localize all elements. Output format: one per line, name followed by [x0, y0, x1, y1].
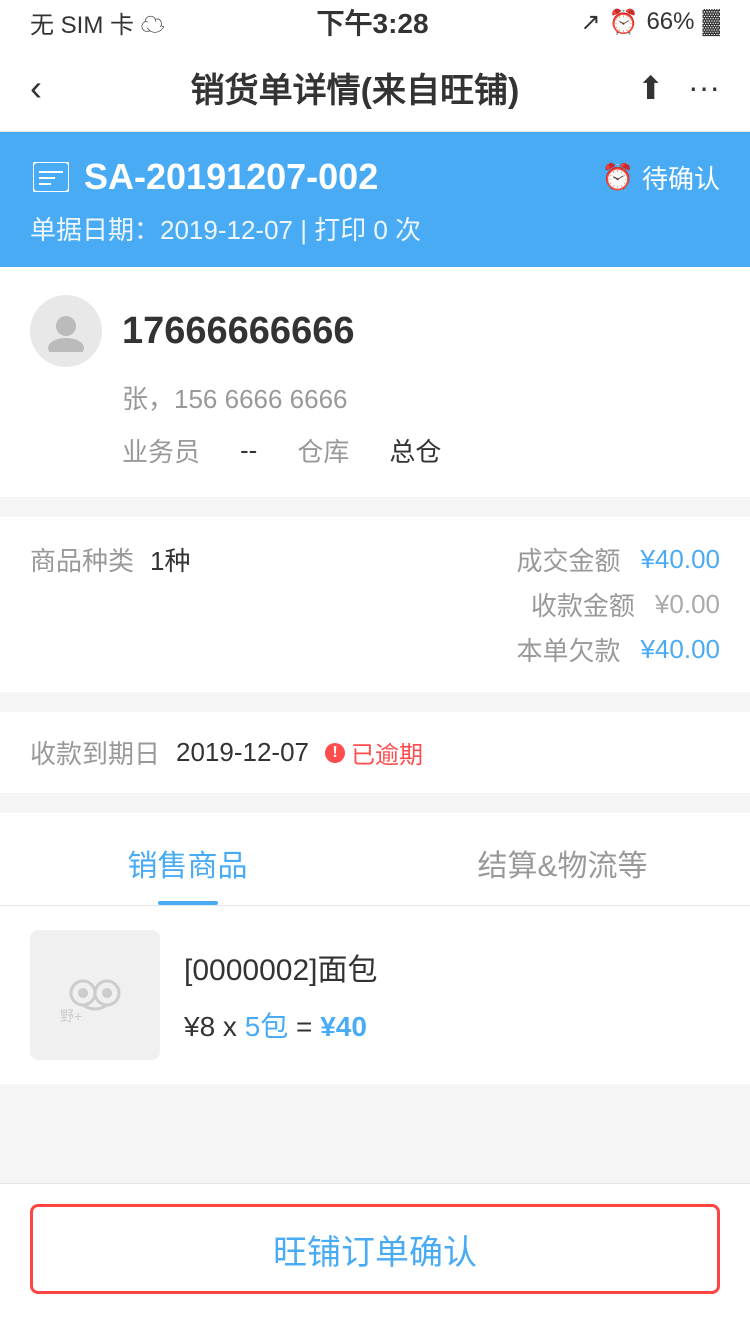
order-banner-top: SA-20191207-002 ⏰ 待确认 — [30, 156, 720, 198]
product-item: 野+ [0000002]面包 ¥8 x 5包 = ¥40 — [0, 906, 750, 1084]
amount-value-2: ¥40.00 — [640, 634, 720, 665]
summary-section: 商品种类 1种 成交金额 ¥40.00 收款金额 ¥0.00 本单欠款 ¥40.… — [0, 517, 750, 692]
battery-label: 66% — [646, 8, 694, 36]
category-value: 1种 — [150, 541, 190, 578]
order-id-text: SA-20191207-002 — [84, 156, 378, 198]
svg-text:野+: 野+ — [60, 1008, 82, 1024]
amount-value-1: ¥0.00 — [655, 589, 720, 620]
back-button[interactable]: ‹ — [30, 67, 90, 109]
overdue-dot-icon: ! — [325, 743, 345, 763]
more-button[interactable]: ··· — [688, 69, 720, 106]
order-status: ⏰ 待确认 — [602, 159, 720, 196]
amount-row-1: 收款金额 ¥0.00 — [531, 586, 720, 623]
order-icon — [30, 160, 72, 194]
amount-label-2: 本单欠款 — [516, 631, 620, 668]
tabs-bar: 销售商品 结算&物流等 — [0, 813, 750, 906]
category-row: 商品种类 1种 — [30, 541, 190, 578]
amount-label-0: 成交金额 — [516, 541, 620, 578]
product-thumbnail: 野+ — [30, 930, 160, 1060]
nav-bar: ‹ 销货单详情(来自旺铺) ⬆ ··· — [0, 44, 750, 132]
overdue-text: 已逾期 — [351, 735, 423, 770]
salesman-value: -- — [240, 435, 257, 466]
summary-right: 成交金额 ¥40.00 收款金额 ¥0.00 本单欠款 ¥40.00 — [516, 541, 720, 668]
status-time: 下午3:28 — [317, 2, 429, 42]
summary-left: 商品种类 1种 — [30, 541, 190, 578]
nav-actions: ⬆ ··· — [620, 69, 720, 107]
order-meta: 单据日期：2019-12-07 | 打印 0 次 — [30, 210, 720, 247]
product-name: [0000002]面包 — [184, 945, 720, 989]
status-left: 无 SIM 卡 ☁ — [30, 5, 165, 40]
customer-phone: 17666666666 — [122, 310, 354, 353]
tab-settlement[interactable]: 结算&物流等 — [375, 813, 750, 905]
bottom-bar: 旺铺订单确认 — [0, 1183, 750, 1334]
category-label: 商品种类 — [30, 541, 134, 578]
due-label: 收款到期日 — [30, 734, 160, 771]
amount-row-2: 本单欠款 ¥40.00 — [516, 631, 720, 668]
status-text: 待确认 — [642, 159, 720, 196]
avatar — [30, 295, 102, 367]
product-total: ¥40 — [320, 1011, 367, 1042]
overdue-badge: ! 已逾期 — [325, 735, 423, 770]
location-icon: ↗ — [580, 8, 600, 37]
amount-row-0: 成交金额 ¥40.00 — [516, 541, 720, 578]
warehouse-label: 仓库 — [297, 432, 349, 469]
customer-section: 17666666666 张，156 6666 6666 业务员 -- 仓库 总仓 — [0, 267, 750, 497]
confirm-order-button[interactable]: 旺铺订单确认 — [30, 1204, 720, 1294]
salesman-label: 业务员 — [122, 432, 200, 469]
status-right: ↗ ⏰ 66% ▓ — [580, 8, 720, 37]
customer-info-row: 业务员 -- 仓库 总仓 — [122, 432, 720, 469]
share-button[interactable]: ⬆ — [637, 69, 664, 107]
order-id: SA-20191207-002 — [30, 156, 378, 198]
price-unit: ¥8 x — [184, 1011, 245, 1042]
product-info: [0000002]面包 ¥8 x 5包 = ¥40 — [184, 945, 720, 1045]
amount-value-0: ¥40.00 — [640, 544, 720, 575]
equals-sign: = — [288, 1011, 320, 1042]
customer-header: 17666666666 — [30, 295, 720, 367]
tab-products[interactable]: 销售商品 — [0, 813, 375, 905]
customer-name: 张，156 6666 6666 — [122, 379, 720, 416]
status-bar: 无 SIM 卡 ☁ 下午3:28 ↗ ⏰ 66% ▓ — [0, 0, 750, 44]
product-qty: 5包 — [245, 1011, 289, 1042]
battery-icon: ▓ — [702, 8, 720, 36]
warehouse-value: 总仓 — [389, 432, 441, 469]
product-price: ¥8 x 5包 = ¥40 — [184, 1005, 720, 1045]
due-date: 2019-12-07 — [176, 737, 309, 768]
order-banner: SA-20191207-002 ⏰ 待确认 单据日期：2019-12-07 | … — [0, 132, 750, 267]
alarm-icon: ⏰ — [609, 8, 639, 37]
due-section: 收款到期日 2019-12-07 ! 已逾期 — [0, 712, 750, 793]
status-clock-icon: ⏰ — [602, 162, 634, 193]
amount-label-1: 收款金额 — [531, 586, 635, 623]
sim-label: 无 SIM 卡 ☁ — [30, 5, 165, 40]
tabs-section: 销售商品 结算&物流等 野+ [0000002]面包 ¥8 x 5包 = ¥40 — [0, 813, 750, 1084]
page-title: 销货单详情(来自旺铺) — [90, 63, 620, 112]
